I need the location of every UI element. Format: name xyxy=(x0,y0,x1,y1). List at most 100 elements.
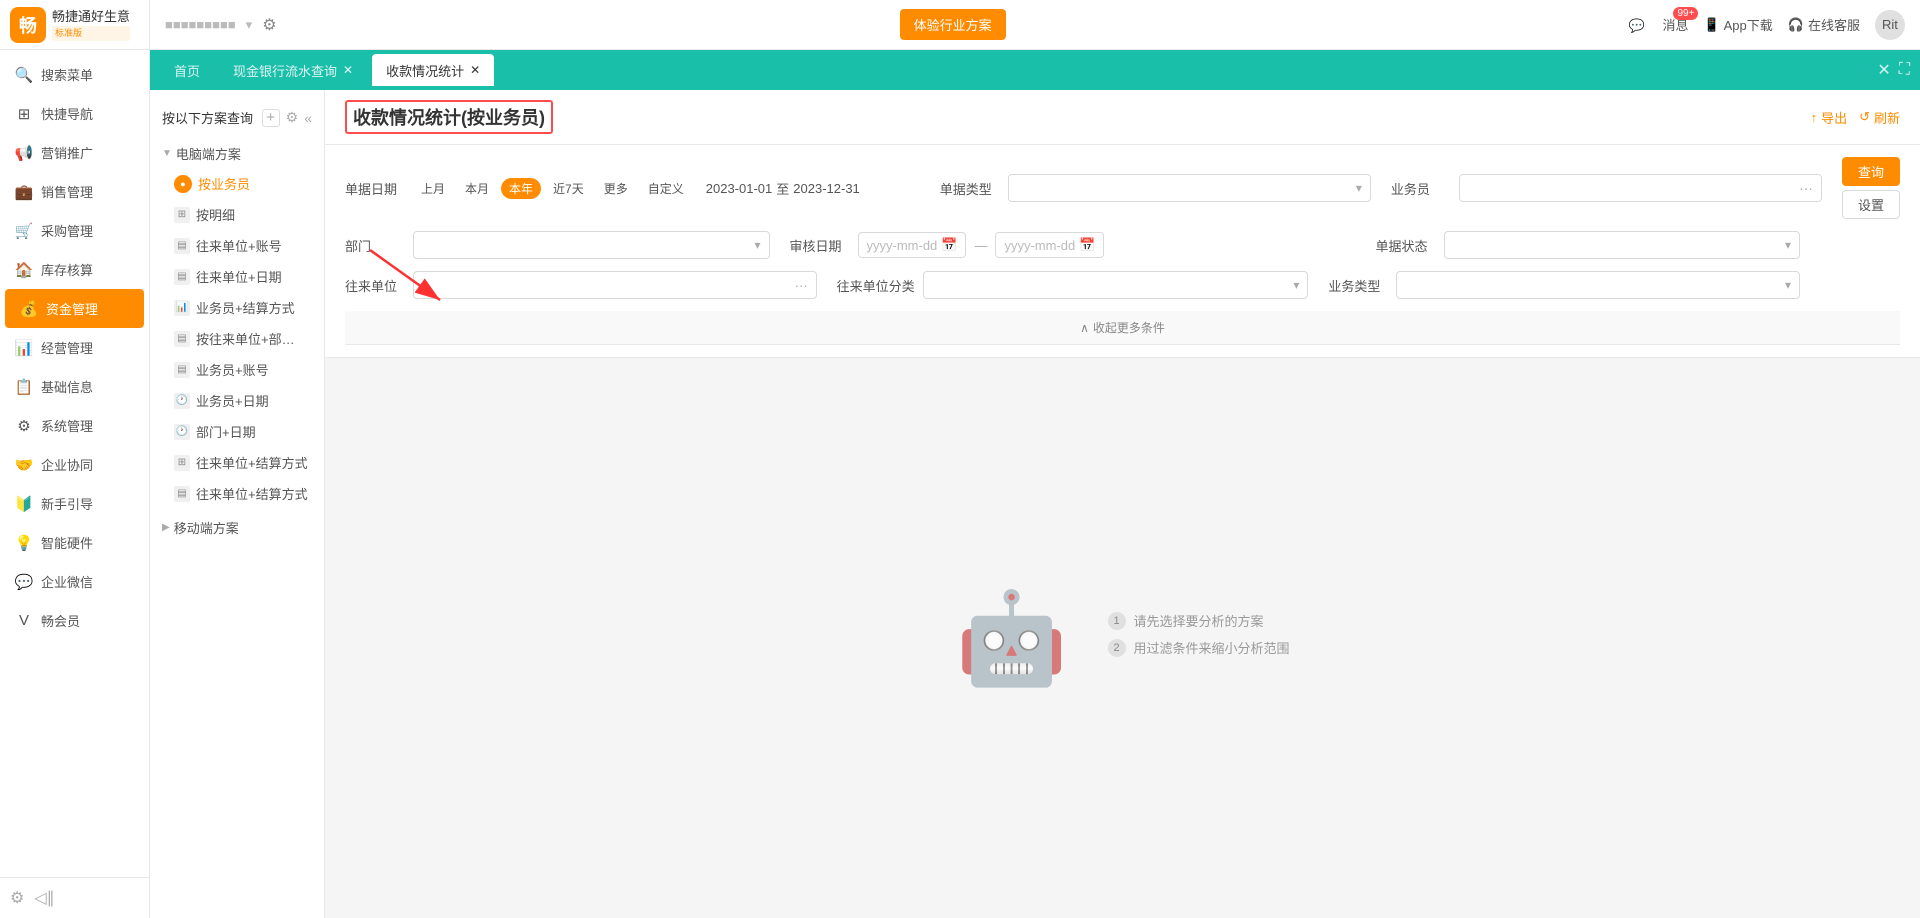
scheme-item-dept-date[interactable]: 🕐 部门+日期 xyxy=(150,416,324,447)
voucher-status-select[interactable]: ▾ xyxy=(1444,231,1801,259)
operation-icon: 📊 xyxy=(15,339,33,357)
sidebar-item-inventory[interactable]: 🏠 库存核算 xyxy=(0,250,149,289)
empty-state: 🤖 1 请先选择要分析的方案 2 用过滤条件来缩小分析范围 xyxy=(915,546,1329,731)
scheme-item-salesperson-payment[interactable]: 📊 业务员+结算方式 xyxy=(150,292,324,323)
system-icon: ⚙ xyxy=(15,417,33,435)
biz-type-select[interactable]: ▾ xyxy=(1396,271,1800,299)
close-all-btn[interactable]: ✕ xyxy=(1877,60,1890,80)
scheme-item-unit-dept[interactable]: ▤ 按往来单位+部门+收... xyxy=(150,323,324,354)
download-icon: 📱 xyxy=(1703,17,1719,33)
counterparty-cat-select[interactable]: ▾ xyxy=(923,271,1309,299)
dept-select[interactable]: ▾ xyxy=(413,231,770,259)
audit-date-from[interactable]: yyyy-mm-dd 📅 xyxy=(858,232,967,258)
sidebar-item-hardware[interactable]: 💡 智能硬件 xyxy=(0,523,149,562)
sidebar-item-label: 基础信息 xyxy=(41,377,93,396)
salesperson-select[interactable]: ··· xyxy=(1459,174,1822,202)
online-service-btn[interactable]: 🎧 在线客服 xyxy=(1788,15,1860,34)
tab-receipt-stats[interactable]: 收款情况统计 ✕ xyxy=(372,54,494,86)
date-tab-custom[interactable]: 自定义 xyxy=(640,178,692,199)
sidebar-item-label: 快捷导航 xyxy=(41,104,93,123)
scheme-item-label: 往来单位+结算方式 xyxy=(196,453,308,472)
sidebar-item-quicknav[interactable]: ⊞ 快捷导航 xyxy=(0,94,149,133)
date-tab-this-month[interactable]: 本月 xyxy=(457,178,497,199)
tab-bank-flow[interactable]: 现金银行流水查询 ✕ xyxy=(219,54,367,86)
collapse-bar[interactable]: ∧ 收起更多条件 xyxy=(345,311,1900,345)
refresh-btn[interactable]: ↺ 刷新 xyxy=(1859,108,1900,127)
counterparty-select[interactable]: ··· xyxy=(413,271,817,299)
filter-counterparty: 往来单位 ··· xyxy=(345,271,817,299)
scheme-item-salesperson-date[interactable]: 🕐 业务员+日期 xyxy=(150,385,324,416)
settings-btn[interactable]: 设置 xyxy=(1842,190,1900,219)
settings-bottom-icon[interactable]: ⚙ xyxy=(10,888,24,908)
sidebar-item-basic[interactable]: 📋 基础信息 xyxy=(0,367,149,406)
basic-icon: 📋 xyxy=(15,378,33,396)
tab-home[interactable]: 首页 xyxy=(160,54,214,86)
filter-voucher-type: 单据类型 ▾ xyxy=(940,174,1371,202)
gear-btn[interactable]: ⚙ xyxy=(262,15,276,35)
desktop-group-title[interactable]: ▼ 电脑端方案 xyxy=(150,139,324,168)
sidebar-item-weixin[interactable]: 💬 企业微信 xyxy=(0,562,149,601)
user-avatar[interactable]: Rit xyxy=(1875,10,1905,40)
audit-date-label: 审核日期 xyxy=(790,236,850,255)
page-header-actions: ↑ 导出 ↺ 刷新 xyxy=(1811,108,1900,127)
audit-date-to[interactable]: yyyy-mm-dd 📅 xyxy=(995,232,1104,258)
empty-robot-illustration: 🤖 xyxy=(955,586,1067,691)
add-scheme-btn[interactable]: + xyxy=(262,109,280,127)
salesperson-label: 业务员 xyxy=(1391,179,1451,198)
app-download-btn[interactable]: 📱 App下载 xyxy=(1703,15,1772,34)
salesperson-date-icon: 🕐 xyxy=(174,393,190,409)
left-panel: 按以下方案查询 + ⚙ « ▼ 电脑端方案 ● 按业务员 xyxy=(150,90,325,918)
maximize-btn[interactable]: ⛶ xyxy=(1899,61,1910,79)
refresh-label: 刷新 xyxy=(1874,108,1900,127)
collapse-panel-btn[interactable]: « xyxy=(304,110,312,126)
date-tab-this-year[interactable]: 本年 xyxy=(501,178,541,199)
sidebar-item-system[interactable]: ⚙ 系统管理 xyxy=(0,406,149,445)
date-tab-last-month[interactable]: 上月 xyxy=(413,178,453,199)
sidebar-item-marketing[interactable]: 📢 营销推广 xyxy=(0,133,149,172)
sidebar-item-sales[interactable]: 💼 销售管理 xyxy=(0,172,149,211)
left-panel-title: 按以下方案查询 xyxy=(162,108,253,127)
more-dots-icon: ··· xyxy=(795,278,808,293)
message-btn[interactable]: 💬 99+ 消息 xyxy=(1629,15,1689,34)
scheme-item-detail[interactable]: ⊞ 按明细 xyxy=(150,199,324,230)
mobile-group-title[interactable]: ▶ 移动端方案 xyxy=(150,513,324,542)
logo-icon: 畅 xyxy=(10,7,46,43)
purchase-icon: 🛒 xyxy=(15,222,33,240)
data-area: 🤖 1 请先选择要分析的方案 2 用过滤条件来缩小分析范围 xyxy=(325,358,1920,918)
scheme-item-unit-payment1[interactable]: ⊞ 往来单位+结算方式 xyxy=(150,447,324,478)
sidebar-item-guide[interactable]: 🔰 新手引导 xyxy=(0,484,149,523)
sidebar-item-label: 畅会员 xyxy=(41,611,80,630)
sidebar-item-operation[interactable]: 📊 经营管理 xyxy=(0,328,149,367)
mobile-group-label: 移动端方案 xyxy=(174,518,239,537)
trial-industry-btn[interactable]: 体验行业方案 xyxy=(900,9,1006,40)
date-tab-7days[interactable]: 近7天 xyxy=(545,178,592,199)
query-btn[interactable]: 查询 xyxy=(1842,157,1900,186)
tab-bar: 首页 现金银行流水查询 ✕ 收款情况统计 ✕ ✕ ⛶ xyxy=(150,50,1920,90)
tab-receipt-stats-close[interactable]: ✕ xyxy=(470,63,480,77)
scheme-item-by-salesperson[interactable]: ● 按业务员 xyxy=(150,168,324,199)
sidebar-item-finance[interactable]: 💰 资金管理 xyxy=(5,289,144,328)
avatar-text: Rit xyxy=(1882,17,1898,32)
sidebar-item-collab[interactable]: 🤝 企业协同 xyxy=(0,445,149,484)
voucher-type-select[interactable]: ▾ xyxy=(1008,174,1371,202)
date-tabs: 上月 本月 本年 近7天 更多 自定义 xyxy=(413,178,692,199)
scheme-item-salesperson-account[interactable]: ▤ 业务员+账号 xyxy=(150,354,324,385)
collapse-sidebar-btn[interactable]: ◁∥ xyxy=(34,888,54,908)
sidebar-item-member[interactable]: V 畅会员 xyxy=(0,601,149,640)
scheme-settings-btn[interactable]: ⚙ xyxy=(286,109,299,126)
scheme-item-unit-payment2[interactable]: ▤ 往来单位+结算方式 xyxy=(150,478,324,509)
export-btn[interactable]: ↑ 导出 xyxy=(1811,108,1848,127)
tip-text-2: 用过滤条件来缩小分析范围 xyxy=(1134,638,1290,657)
tab-bank-flow-close[interactable]: ✕ xyxy=(343,63,353,77)
scheme-item-unit-account[interactable]: ▤ 往来单位+账号 xyxy=(150,230,324,261)
tab-home-label: 首页 xyxy=(174,61,200,80)
tip-num-1: 1 xyxy=(1108,612,1126,630)
logo-area: 畅 畅捷通好生意 标准版 xyxy=(0,0,149,50)
sidebar-item-search[interactable]: 🔍 搜索菜单 xyxy=(0,55,149,94)
left-panel-header: 按以下方案查询 + ⚙ « xyxy=(150,100,324,135)
mobile-scheme-group: ▶ 移动端方案 xyxy=(150,513,324,542)
date-tab-more[interactable]: 更多 xyxy=(596,178,636,199)
sidebar-item-purchase[interactable]: 🛒 采购管理 xyxy=(0,211,149,250)
date-label: 单据日期 xyxy=(345,179,405,198)
scheme-item-unit-date[interactable]: ▤ 往来单位+日期 xyxy=(150,261,324,292)
